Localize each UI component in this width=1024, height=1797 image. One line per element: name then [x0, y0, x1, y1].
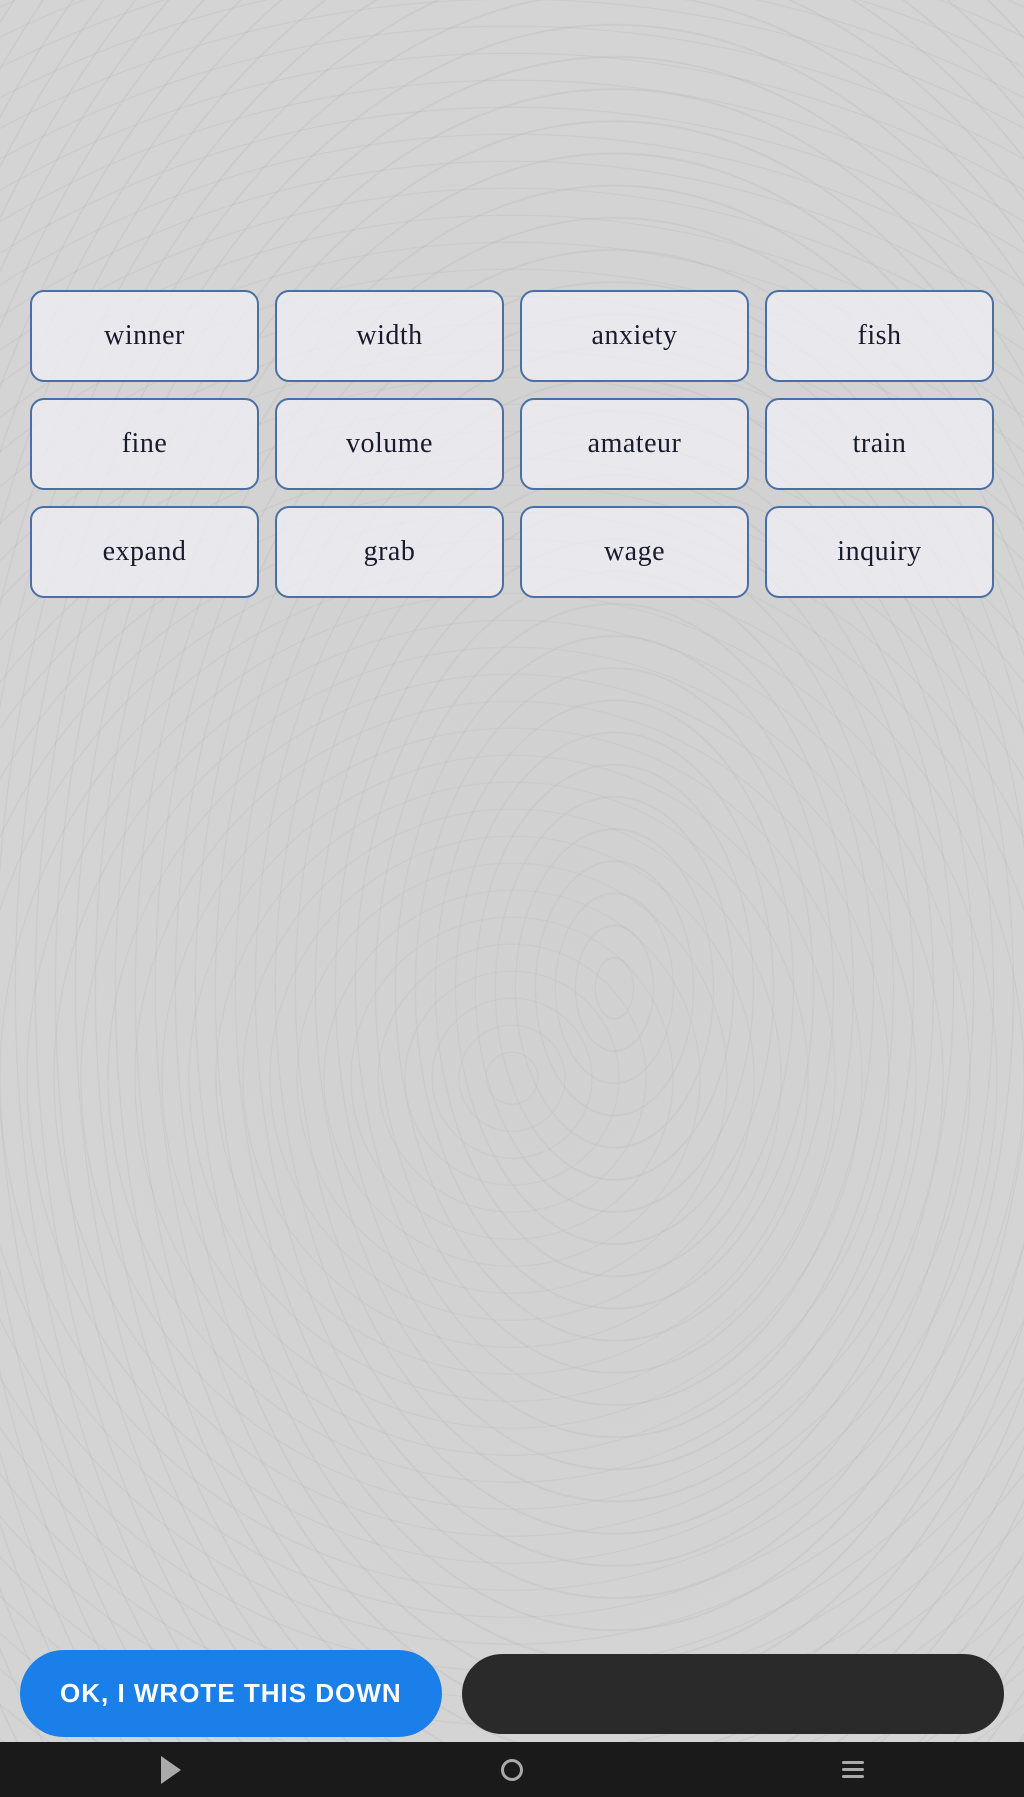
word-card-amateur[interactable]: amateur [520, 398, 749, 490]
nav-bar [0, 1742, 1024, 1797]
word-card-train[interactable]: train [765, 398, 994, 490]
home-circle-icon [501, 1759, 523, 1781]
bottom-bar: OK, I WROTE THIS DOWN [0, 1650, 1024, 1737]
word-card-grab[interactable]: grab [275, 506, 504, 598]
word-grid: winner width anxiety fish fine volume am… [20, 290, 1004, 598]
menu-lines-icon [842, 1761, 864, 1778]
word-card-inquiry[interactable]: inquiry [765, 506, 994, 598]
back-arrow-icon [161, 1756, 181, 1784]
menu-button[interactable] [833, 1750, 873, 1790]
word-card-anxiety[interactable]: anxiety [520, 290, 749, 382]
back-button[interactable] [151, 1750, 191, 1790]
word-card-fine[interactable]: fine [30, 398, 259, 490]
word-card-volume[interactable]: volume [275, 398, 504, 490]
word-card-winner[interactable]: winner [30, 290, 259, 382]
word-card-width[interactable]: width [275, 290, 504, 382]
word-card-wage[interactable]: wage [520, 506, 749, 598]
ok-wrote-down-button[interactable]: OK, I WROTE THIS DOWN [20, 1650, 442, 1737]
word-card-expand[interactable]: expand [30, 506, 259, 598]
home-button[interactable] [492, 1750, 532, 1790]
word-card-fish[interactable]: fish [765, 290, 994, 382]
dark-action-button[interactable] [462, 1654, 1004, 1734]
